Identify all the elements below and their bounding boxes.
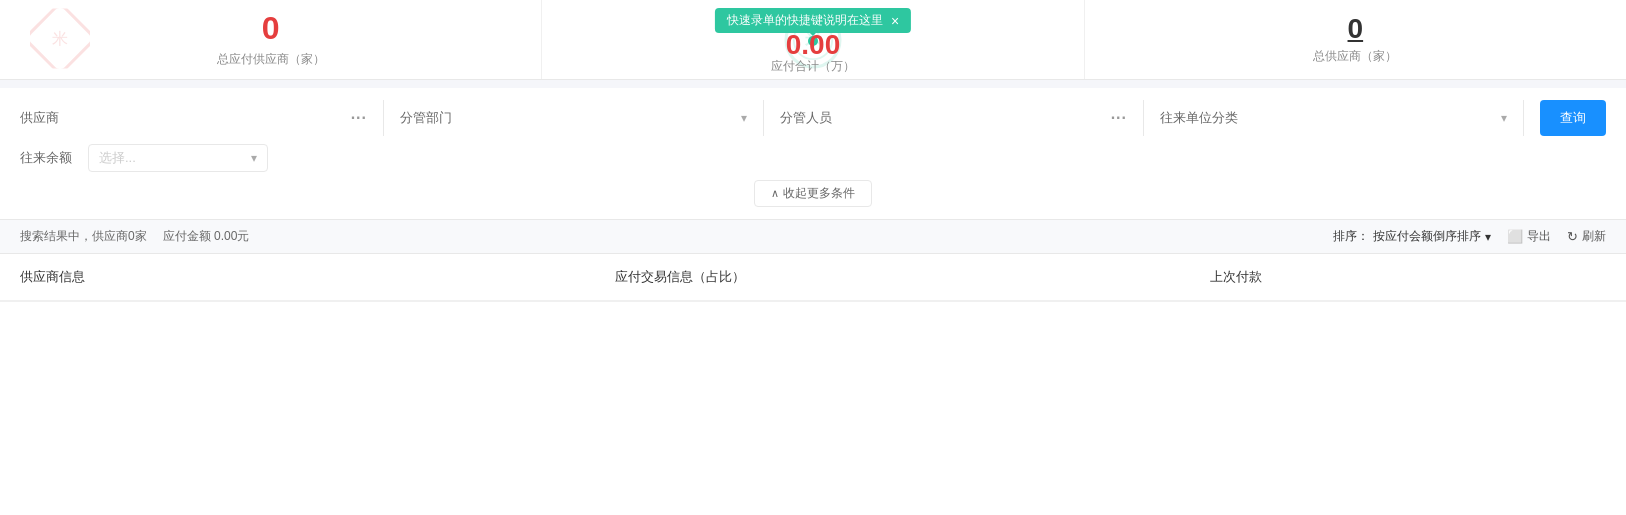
balance-select[interactable]: 选择... ▾: [88, 144, 268, 172]
total-suppliers-label: 总供应商（家）: [1313, 48, 1397, 65]
filter-department: 分管部门 ▾: [384, 100, 764, 136]
refresh-icon: ↻: [1567, 229, 1578, 244]
col-last-payment-header: 上次付款: [1210, 268, 1607, 286]
filter-section: 供应商 ··· 分管部门 ▾ 分管人员 ··· 往来单位分类 ▾: [0, 88, 1626, 220]
department-label: 分管部门: [400, 109, 452, 127]
collapse-icon: ∧: [771, 187, 779, 200]
results-bar: 搜索结果中，供应商0家 应付金额 0.00元 排序： 按应付会额倒序排序 ▾ ⬜…: [0, 220, 1626, 254]
manager-label: 分管人员: [780, 109, 832, 127]
stat-payable-suppliers: 米 0 总应付供应商（家）: [0, 0, 542, 79]
balance-chevron-icon: ▾: [251, 151, 257, 165]
results-amount: 应付金额 0.00元: [163, 228, 250, 245]
collapse-button[interactable]: ∧ 收起更多条件: [754, 180, 872, 207]
balance-placeholder: 选择...: [99, 149, 136, 167]
svg-text:米: 米: [52, 29, 68, 46]
results-actions: 排序： 按应付会额倒序排序 ▾ ⬜ 导出 ↻ 刷新: [1333, 228, 1606, 245]
unit-class-chevron-icon: ▾: [1501, 111, 1507, 125]
payable-suppliers-number: 0: [262, 11, 280, 46]
filter-balance: 往来余额 选择... ▾: [20, 144, 268, 172]
table-header: 供应商信息 应付交易信息（占比） 上次付款: [0, 254, 1626, 302]
query-button[interactable]: 查询: [1540, 100, 1606, 136]
col-supplier-info-header: 供应商信息: [20, 268, 615, 286]
stat-total-suppliers: 0 总供应商（家）: [1085, 0, 1626, 79]
tooltip-text: 快速录单的快捷键说明在这里: [727, 12, 883, 29]
shortcut-tooltip[interactable]: 快速录单的快捷键说明在这里 ×: [715, 8, 911, 33]
filter-supplier: 供应商 ···: [20, 100, 384, 136]
filter-manager: 分管人员 ···: [764, 100, 1144, 136]
filter-row-1: 供应商 ··· 分管部门 ▾ 分管人员 ··· 往来单位分类 ▾: [20, 100, 1606, 136]
balance-label: 往来余额: [20, 149, 72, 167]
export-icon: ⬜: [1507, 229, 1523, 244]
unit-class-select[interactable]: ▾: [1246, 111, 1507, 125]
refresh-label: 刷新: [1582, 228, 1606, 245]
total-suppliers-number: 0: [1348, 14, 1364, 45]
results-info: 搜索结果中，供应商0家 应付金额 0.00元: [20, 228, 249, 245]
payable-suppliers-label: 总应付供应商（家）: [217, 51, 325, 68]
refresh-button[interactable]: ↻ 刷新: [1567, 228, 1606, 245]
manager-dots-btn[interactable]: ···: [1111, 109, 1127, 127]
sort-value: 按应付会额倒序排序: [1373, 228, 1481, 245]
supplier-label: 供应商: [20, 109, 59, 127]
logo-mark: 米: [30, 8, 90, 71]
department-select[interactable]: ▾: [460, 111, 747, 125]
payable-total-label: 应付合计（万）: [771, 58, 855, 75]
filter-row-2: 往来余额 选择... ▾: [20, 144, 1606, 172]
export-label: 导出: [1527, 228, 1551, 245]
table-body: [0, 302, 1626, 515]
export-button[interactable]: ⬜ 导出: [1507, 228, 1551, 245]
stats-bar: 米 0 总应付供应商（家） 快速录单的快捷键说明在这里 × 米 0.00 应付合…: [0, 0, 1626, 80]
department-chevron-icon: ▾: [741, 111, 747, 125]
col-transaction-header: 应付交易信息（占比）: [615, 268, 1210, 286]
supplier-dots-btn[interactable]: ···: [351, 109, 367, 127]
stat-payable-total: 快速录单的快捷键说明在这里 × 米 0.00 应付合计（万）: [542, 0, 1084, 79]
unit-class-label: 往来单位分类: [1160, 109, 1238, 127]
supplier-input[interactable]: [67, 111, 351, 126]
sort-chevron-icon: ▾: [1485, 230, 1491, 244]
sort-prefix: 排序：: [1333, 228, 1369, 245]
manager-input[interactable]: [840, 111, 1111, 126]
tooltip-close-btn[interactable]: ×: [891, 14, 899, 28]
results-summary: 搜索结果中，供应商0家: [20, 228, 147, 245]
sort-dropdown[interactable]: 排序： 按应付会额倒序排序 ▾: [1333, 228, 1491, 245]
collapse-label: 收起更多条件: [783, 185, 855, 202]
filter-unit-class: 往来单位分类 ▾: [1144, 100, 1524, 136]
